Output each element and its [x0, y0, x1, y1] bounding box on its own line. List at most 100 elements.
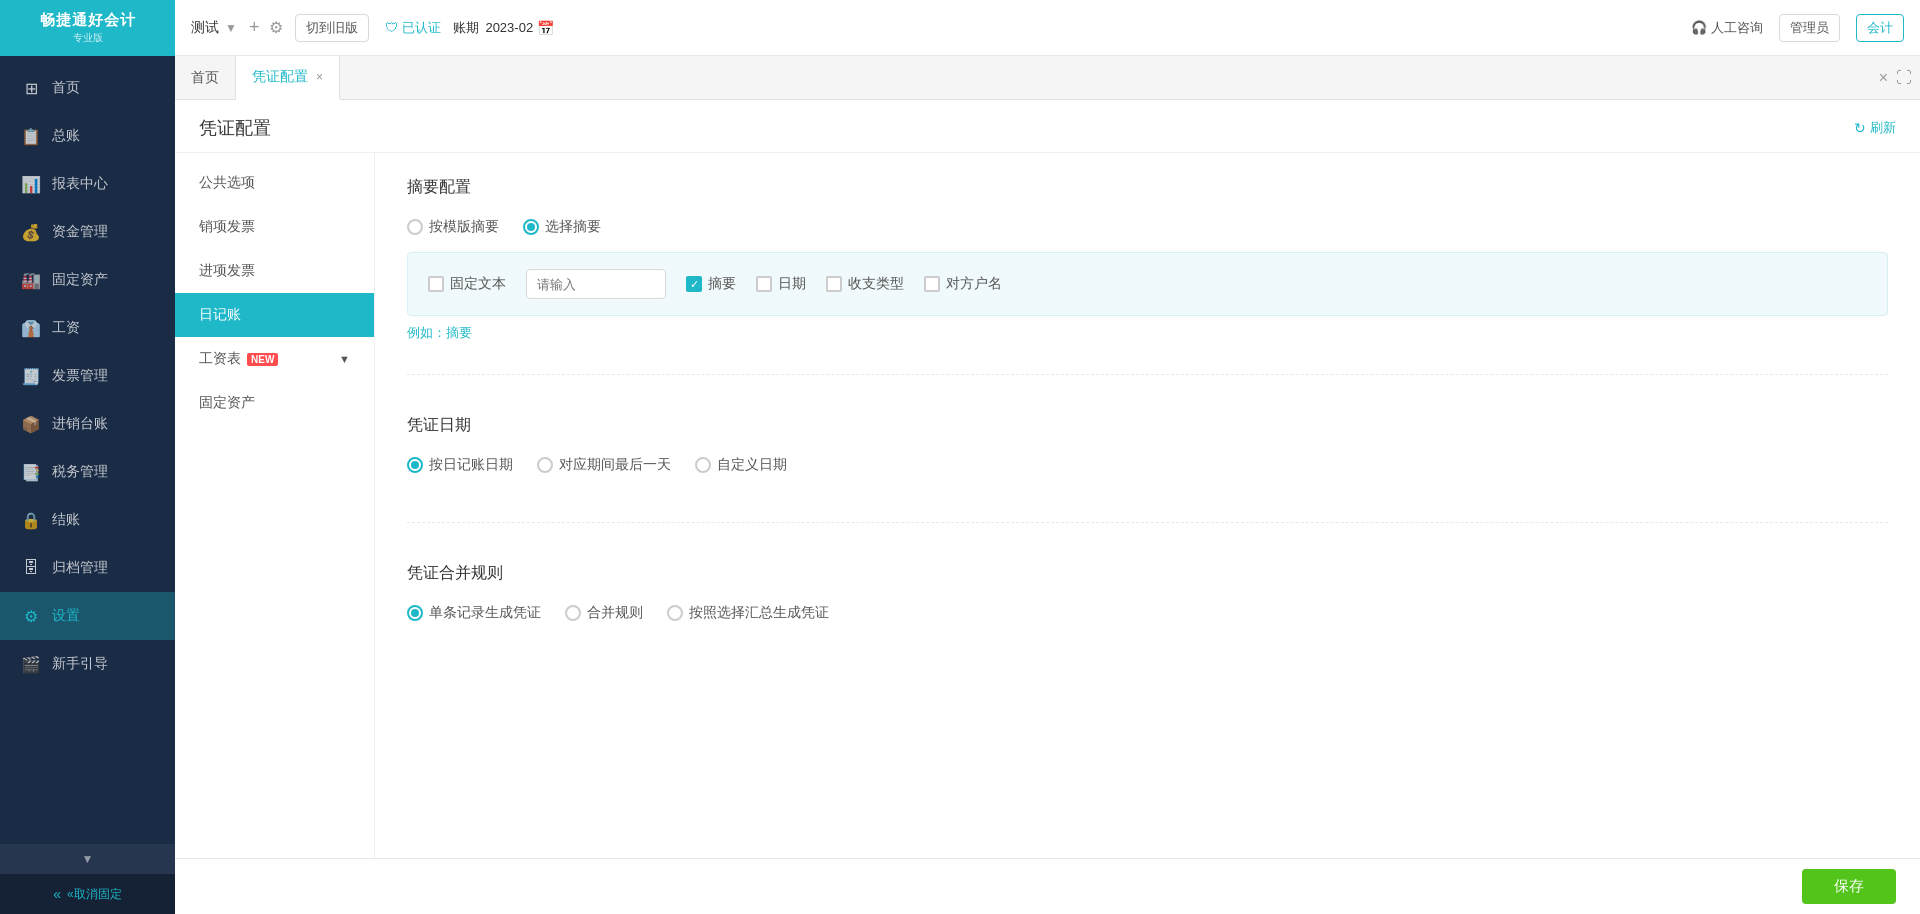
left-nav: 公共选项销项发票进项发票日记账工资表NEW▼固定资产 — [175, 153, 375, 914]
date-radio-period-last[interactable]: 对应期间最后一天 — [537, 456, 671, 474]
sidebar-item-ledger[interactable]: 📋 总账 — [0, 112, 175, 160]
left-nav-item-journal[interactable]: 日记账 — [175, 293, 374, 337]
summary-checkbox[interactable] — [686, 276, 702, 292]
tab-bar-expand-button[interactable]: ⛶ — [1896, 69, 1912, 87]
sidebar-item-inventory[interactable]: 📦 进销台账 — [0, 400, 175, 448]
fixed-text-checkbox[interactable] — [428, 276, 444, 292]
sidebar-item-reports[interactable]: 📊 报表中心 — [0, 160, 175, 208]
sidebar-item-home[interactable]: ⊞ 首页 — [0, 64, 175, 112]
sidebar-label-invoice: 发票管理 — [52, 367, 108, 385]
fixed_assets-icon: 🏭 — [20, 269, 42, 291]
sidebar-item-closing[interactable]: 🔒 结账 — [0, 496, 175, 544]
tab-voucher-config[interactable]: 凭证配置 × — [236, 56, 340, 100]
date-radio-journal[interactable]: 按日记账日期 — [407, 456, 513, 474]
radio-custom-circle — [695, 457, 711, 473]
cancel-pin-button[interactable]: « «取消固定 — [0, 874, 175, 914]
radio-summary-circle — [667, 605, 683, 621]
radio-period-last-circle — [537, 457, 553, 473]
tax-icon: 📑 — [20, 461, 42, 483]
refresh-icon: ↻ — [1854, 120, 1866, 136]
tab-home[interactable]: 首页 — [175, 56, 236, 100]
sidebar-item-payroll[interactable]: 👔 工资 — [0, 304, 175, 352]
switch-old-version-button[interactable]: 切到旧版 — [295, 14, 369, 42]
sidebar-label-payroll: 工资 — [52, 319, 80, 337]
summary-radio-select[interactable]: 选择摘要 — [523, 218, 601, 236]
app-logo[interactable]: 畅捷通好会计 专业版 — [0, 0, 175, 56]
company-dropdown-icon[interactable]: ▼ — [225, 21, 237, 35]
new-badge-salary_table: NEW — [247, 353, 278, 366]
sidebar-item-invoice[interactable]: 🧾 发票管理 — [0, 352, 175, 400]
radio-select-label: 选择摘要 — [545, 218, 601, 236]
merge-radio-rule[interactable]: 合并规则 — [565, 604, 643, 622]
cancel-pin-label: «取消固定 — [67, 886, 122, 903]
closing-icon: 🔒 — [20, 509, 42, 531]
main-content: 凭证配置 ↻ 刷新 公共选项销项发票进项发票日记账工资表NEW▼固定资产 摘要配… — [175, 100, 1920, 914]
paytype-check-option[interactable]: 收支类型 — [826, 275, 904, 293]
refresh-button[interactable]: ↻ 刷新 — [1854, 119, 1896, 137]
counterpart-checkbox[interactable] — [924, 276, 940, 292]
tab-bar-close-button[interactable]: × — [1879, 69, 1888, 87]
left-nav-item-salary_table[interactable]: 工资表NEW▼ — [175, 337, 374, 381]
sidebar-label-guide: 新手引导 — [52, 655, 108, 673]
left-nav-item-fixed_assets[interactable]: 固定资产 — [175, 381, 374, 425]
radio-rule-label: 合并规则 — [587, 604, 643, 622]
summary-radio-template[interactable]: 按模版摘要 — [407, 218, 499, 236]
manager-button[interactable]: 管理员 — [1779, 14, 1840, 42]
merge-radio-summary[interactable]: 按照选择汇总生成凭证 — [667, 604, 829, 622]
sidebar-item-fixed_assets[interactable]: 🏭 固定资产 — [0, 256, 175, 304]
page-title: 凭证配置 — [199, 116, 271, 140]
inventory-icon: 📦 — [20, 413, 42, 435]
sidebar-label-closing: 结账 — [52, 511, 80, 529]
refresh-label: 刷新 — [1870, 119, 1896, 137]
left-nav-label-purchase_invoice: 进项发票 — [199, 262, 255, 280]
left-nav-item-sales_invoice[interactable]: 销项发票 — [175, 205, 374, 249]
app-name: 畅捷通好会计 — [40, 11, 136, 30]
summary-options-box: 固定文本 摘要 日期 收支类型 — [407, 252, 1888, 316]
date-check-option[interactable]: 日期 — [756, 275, 806, 293]
radio-select-circle — [523, 219, 539, 235]
add-company-icon[interactable]: + — [249, 17, 260, 38]
sidebar-label-funds: 资金管理 — [52, 223, 108, 241]
settings-gear-icon[interactable]: ⚙ — [269, 18, 283, 37]
calendar-icon[interactable]: 📅 — [537, 20, 554, 36]
radio-template-label: 按模版摘要 — [429, 218, 499, 236]
accountant-button[interactable]: 会计 — [1856, 14, 1904, 42]
certified-text: 已认证 — [402, 19, 441, 37]
tab-close-icon[interactable]: × — [316, 70, 323, 84]
date-checkbox[interactable] — [756, 276, 772, 292]
date-radio-group: 按日记账日期 对应期间最后一天 自定义日期 — [407, 456, 1888, 474]
home-icon: ⊞ — [20, 77, 42, 99]
sidebar-item-guide[interactable]: 🎬 新手引导 — [0, 640, 175, 688]
topbar: 测试 ▼ + ⚙ 切到旧版 🛡 已认证 账期 2023-02 📅 🎧 人工咨询 … — [175, 0, 1920, 56]
left-nav-label-salary_table: 工资表 — [199, 350, 241, 368]
app-edition: 专业版 — [73, 31, 103, 45]
period-label: 账期 — [453, 19, 479, 37]
fixed-text-option[interactable]: 固定文本 — [428, 275, 506, 293]
counterpart-check-option[interactable]: 对方户名 — [924, 275, 1002, 293]
paytype-checkbox[interactable] — [826, 276, 842, 292]
right-content: 摘要配置 按模版摘要 选择摘要 — [375, 153, 1920, 914]
sidebar-nav: ⊞ 首页 📋 总账 📊 报表中心 💰 资金管理 🏭 固定资产 👔 工资 🧾 发票… — [0, 56, 175, 844]
merge-radio-single[interactable]: 单条记录生成凭证 — [407, 604, 541, 622]
fixed-text-label: 固定文本 — [450, 275, 506, 293]
example-text: 例如：摘要 — [407, 324, 1888, 342]
radio-template-circle — [407, 219, 423, 235]
sidebar-item-funds[interactable]: 💰 资金管理 — [0, 208, 175, 256]
consult-button[interactable]: 🎧 人工咨询 — [1691, 19, 1763, 37]
save-button[interactable]: 保存 — [1802, 869, 1896, 904]
left-arrow-icon: « — [53, 886, 61, 902]
left-nav-label-sales_invoice: 销项发票 — [199, 218, 255, 236]
left-nav-item-public[interactable]: 公共选项 — [175, 161, 374, 205]
left-nav-item-purchase_invoice[interactable]: 进项发票 — [175, 249, 374, 293]
sidebar-item-tax[interactable]: 📑 税务管理 — [0, 448, 175, 496]
sidebar-scroll-down[interactable]: ▼ — [0, 844, 175, 874]
sidebar-item-settings[interactable]: ⚙ 设置 — [0, 592, 175, 640]
fixed-text-input[interactable] — [526, 269, 666, 299]
date-radio-custom[interactable]: 自定义日期 — [695, 456, 787, 474]
sidebar-item-archive[interactable]: 🗄 归档管理 — [0, 544, 175, 592]
date-section: 凭证日期 按日记账日期 对应期间最后一天 自定义日期 — [407, 415, 1888, 523]
sidebar: 畅捷通好会计 专业版 ⊞ 首页 📋 总账 📊 报表中心 💰 资金管理 🏭 固定资… — [0, 0, 175, 914]
paytype-check-label: 收支类型 — [848, 275, 904, 293]
sidebar-label-settings: 设置 — [52, 607, 80, 625]
summary-check-option[interactable]: 摘要 — [686, 275, 736, 293]
